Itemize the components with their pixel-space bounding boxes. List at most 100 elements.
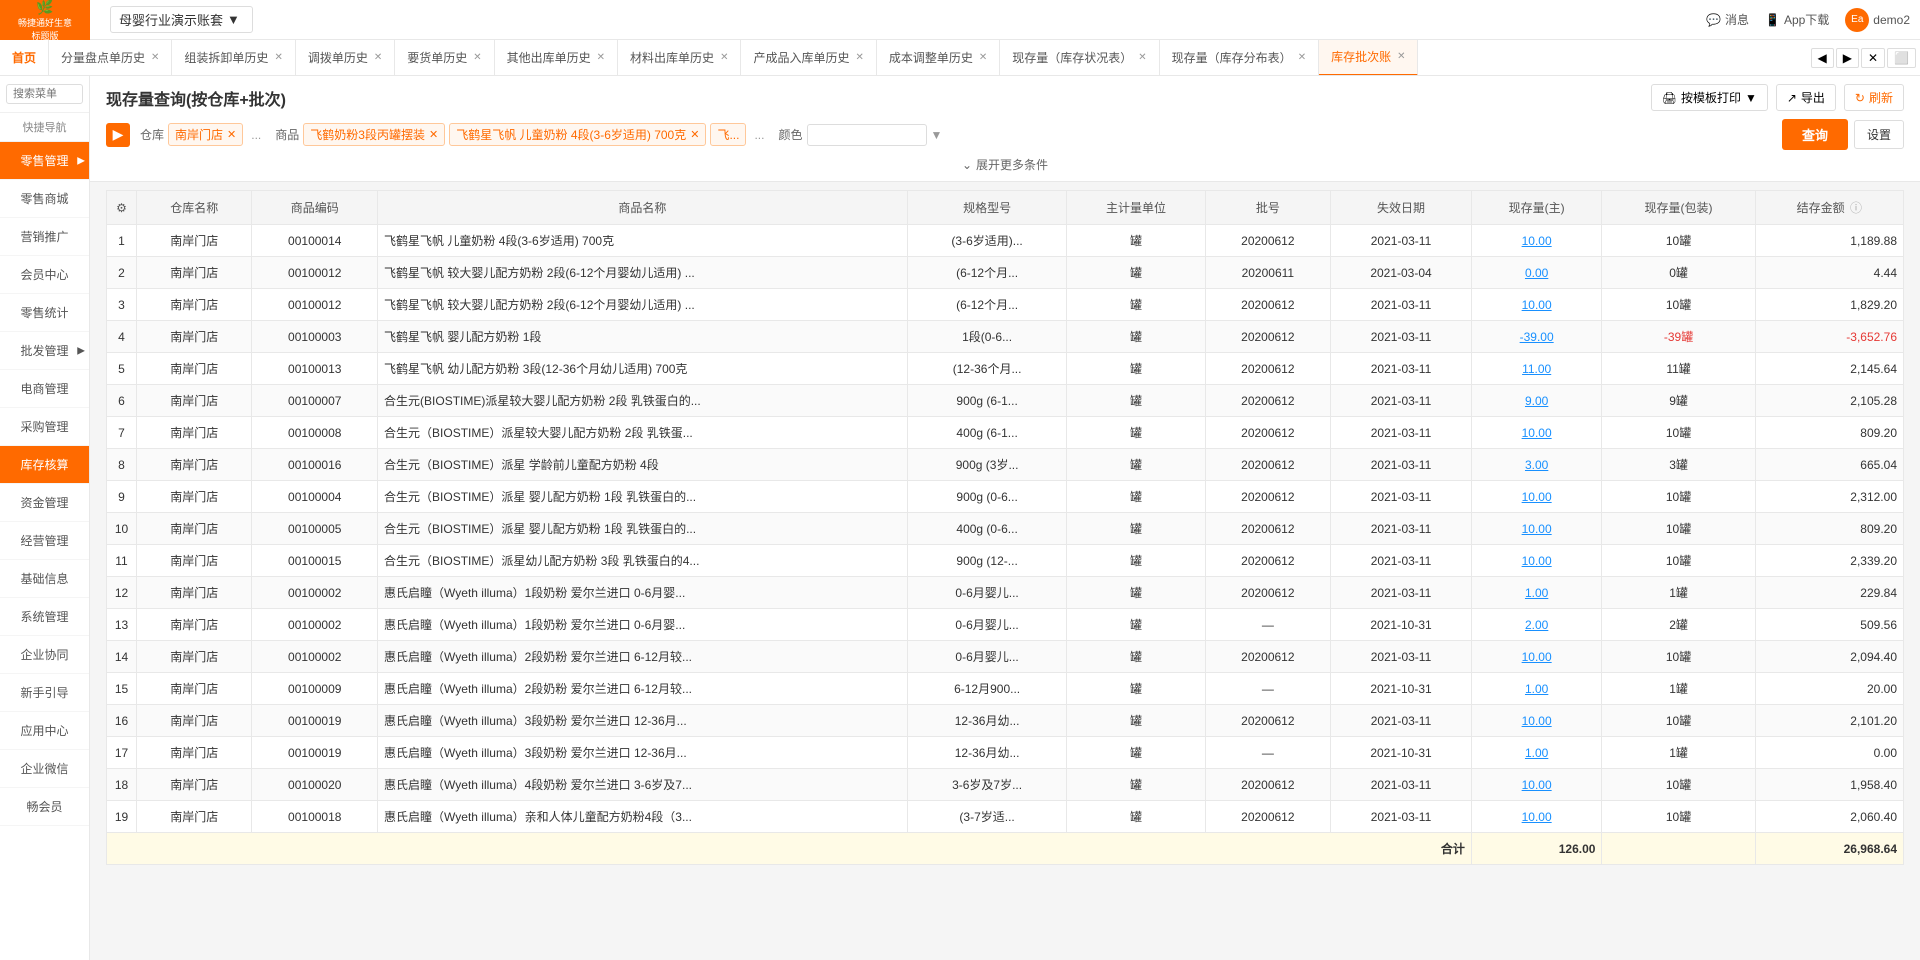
row-amount: 2,339.20 [1755, 545, 1903, 577]
row-qty-main[interactable]: 9.00 [1471, 385, 1602, 417]
sidebar-item-purchase[interactable]: 采购管理 [0, 408, 89, 446]
tab-expand-btn[interactable]: ⬜ [1887, 48, 1916, 68]
row-qty-main[interactable]: 10.00 [1471, 801, 1602, 833]
tab-10[interactable]: 现存量（库存分布表） ✕ [1160, 40, 1319, 76]
tab-3[interactable]: 调拨单历史 ✕ [296, 40, 395, 76]
chevron-down-icon-color[interactable]: ▼ [931, 128, 943, 142]
tab-home[interactable]: 首页 [0, 40, 49, 76]
row-expire: 2021-03-11 [1331, 385, 1472, 417]
tab-6[interactable]: 材料出库单历史 ✕ [618, 40, 741, 76]
goods-tag-more[interactable]: 飞... [710, 123, 746, 146]
account-dropdown[interactable]: 母婴行业演示账套 ▼ [110, 6, 253, 33]
row-qty-main[interactable]: -39.00 [1471, 321, 1602, 353]
app-download-btn[interactable]: 📱 App下载 [1765, 11, 1829, 28]
tab-close-btn[interactable]: ✕ [1861, 48, 1885, 68]
goods-tag-1[interactable]: 飞鹤奶粉3段丙罐摆装 ✕ [303, 123, 445, 146]
tab-prev-btn[interactable]: ◀ [1811, 48, 1834, 68]
sidebar-item-members[interactable]: 会员中心 [0, 256, 89, 294]
gear-icon[interactable]: ⚙ [116, 201, 127, 215]
goods-tag-2[interactable]: 飞鹤星飞帆 儿童奶粉 4段(3-6岁适用) 700克 ✕ [449, 123, 706, 146]
tab-1-close[interactable]: ✕ [151, 52, 159, 63]
col-gear[interactable]: ⚙ [107, 191, 137, 225]
sidebar-item-inventory[interactable]: 库存核算 [0, 446, 89, 484]
tab-1[interactable]: 分量盘点单历史 ✕ [49, 40, 172, 76]
row-qty-main[interactable]: 10.00 [1471, 225, 1602, 257]
tab-5[interactable]: 其他出库单历史 ✕ [495, 40, 618, 76]
tab-9[interactable]: 现存量（库存状况表） ✕ [1000, 40, 1159, 76]
sidebar-item-guide[interactable]: 新手引导 [0, 674, 89, 712]
row-qty-main[interactable]: 2.00 [1471, 609, 1602, 641]
tab-5-close[interactable]: ✕ [597, 52, 605, 63]
row-qty-main[interactable]: 10.00 [1471, 417, 1602, 449]
row-warehouse: 南岸门店 [137, 641, 252, 673]
tab-2[interactable]: 组装拆卸单历史 ✕ [172, 40, 295, 76]
sidebar-item-ecommerce[interactable]: 电商管理 [0, 370, 89, 408]
filter-expand-arrow-btn[interactable]: ▶ [106, 123, 130, 147]
goods-ellipsis[interactable]: ... [750, 128, 768, 142]
sidebar-item-operations[interactable]: 经营管理 [0, 522, 89, 560]
row-spec: 6-12月900... [907, 673, 1067, 705]
tab-11[interactable]: 库存批次账 ✕ [1319, 40, 1418, 76]
sidebar-item-retail-mall[interactable]: 零售商城 [0, 180, 89, 218]
goods-tag-2-close[interactable]: ✕ [690, 128, 699, 141]
row-qty-main[interactable]: 10.00 [1471, 513, 1602, 545]
tab-6-close[interactable]: ✕ [720, 52, 728, 63]
template-print-btn[interactable]: 🖨 按模板打印 ▼ [1651, 84, 1768, 111]
sidebar-item-enterprise-wechat[interactable]: 企业微信 [0, 750, 89, 788]
row-qty-pkg: 10罐 [1602, 769, 1755, 801]
tab-7-close[interactable]: ✕ [855, 52, 863, 63]
sidebar-item-basic-info[interactable]: 基础信息 [0, 560, 89, 598]
row-qty-main[interactable]: 10.00 [1471, 289, 1602, 321]
warehouse-tag[interactable]: 南岸门店 ✕ [168, 123, 243, 146]
search-btn[interactable]: 查询 [1782, 119, 1848, 150]
tab-9-close[interactable]: ✕ [1138, 52, 1146, 63]
sidebar-item-system[interactable]: 系统管理 [0, 598, 89, 636]
row-qty-main[interactable]: 10.00 [1471, 705, 1602, 737]
row-qty-main[interactable]: 11.00 [1471, 353, 1602, 385]
export-btn[interactable]: ↗ 导出 [1776, 84, 1836, 111]
row-batch: 20200612 [1205, 577, 1331, 609]
row-qty-main[interactable]: 0.00 [1471, 257, 1602, 289]
sidebar-item-retail-stats[interactable]: 零售统计 [0, 294, 89, 332]
goods-tag-1-close[interactable]: ✕ [429, 128, 438, 141]
row-batch: — [1205, 673, 1331, 705]
tab-next-btn[interactable]: ▶ [1836, 48, 1859, 68]
user-avatar[interactable]: Ea demo2 [1845, 8, 1910, 32]
tab-3-close[interactable]: ✕ [374, 52, 382, 63]
expand-conditions-btn[interactable]: ⌄ 展开更多条件 [962, 156, 1048, 173]
sidebar-item-enterprise[interactable]: 企业协同 [0, 636, 89, 674]
row-qty-main[interactable]: 10.00 [1471, 769, 1602, 801]
row-qty-main[interactable]: 1.00 [1471, 577, 1602, 609]
tab-7[interactable]: 产成品入库单历史 ✕ [741, 40, 876, 76]
warehouse-tag-close[interactable]: ✕ [227, 128, 236, 141]
row-qty-main[interactable]: 10.00 [1471, 481, 1602, 513]
row-qty-main[interactable]: 10.00 [1471, 641, 1602, 673]
sidebar-quick-nav[interactable]: 快捷导航 [0, 113, 89, 142]
col-spec: 规格型号 [907, 191, 1067, 225]
row-qty-main[interactable]: 3.00 [1471, 449, 1602, 481]
row-qty-main[interactable]: 10.00 [1471, 545, 1602, 577]
search-input[interactable] [6, 84, 83, 104]
amount-info-icon[interactable]: ⓘ [1850, 201, 1862, 215]
tab-8-close[interactable]: ✕ [979, 52, 987, 63]
tab-10-close[interactable]: ✕ [1298, 52, 1306, 63]
sidebar-item-wholesale[interactable]: 批发管理 ▶ [0, 332, 89, 370]
color-input[interactable] [807, 124, 927, 146]
tab-8[interactable]: 成本调整单历史 ✕ [877, 40, 1000, 76]
messages-btn[interactable]: 💬 消息 [1706, 11, 1749, 28]
tab-4-close[interactable]: ✕ [473, 52, 481, 63]
row-qty-main[interactable]: 1.00 [1471, 737, 1602, 769]
sidebar-item-finance[interactable]: 资金管理 [0, 484, 89, 522]
settings-btn[interactable]: 设置 [1854, 120, 1904, 149]
tab-11-close[interactable]: ✕ [1397, 51, 1405, 62]
sidebar-item-retail-mgmt[interactable]: 零售管理 ▶ [0, 142, 89, 180]
row-qty-main[interactable]: 1.00 [1471, 673, 1602, 705]
row-warehouse: 南岸门店 [137, 769, 252, 801]
sidebar-item-vip[interactable]: 畅会员 [0, 788, 89, 826]
warehouse-ellipsis[interactable]: ... [247, 128, 265, 142]
sidebar-item-app-center[interactable]: 应用中心 [0, 712, 89, 750]
sidebar-item-marketing[interactable]: 营销推广 [0, 218, 89, 256]
tab-4[interactable]: 要货单历史 ✕ [395, 40, 494, 76]
tab-2-close[interactable]: ✕ [274, 52, 282, 63]
refresh-btn[interactable]: ↻ 刷新 [1844, 84, 1904, 111]
